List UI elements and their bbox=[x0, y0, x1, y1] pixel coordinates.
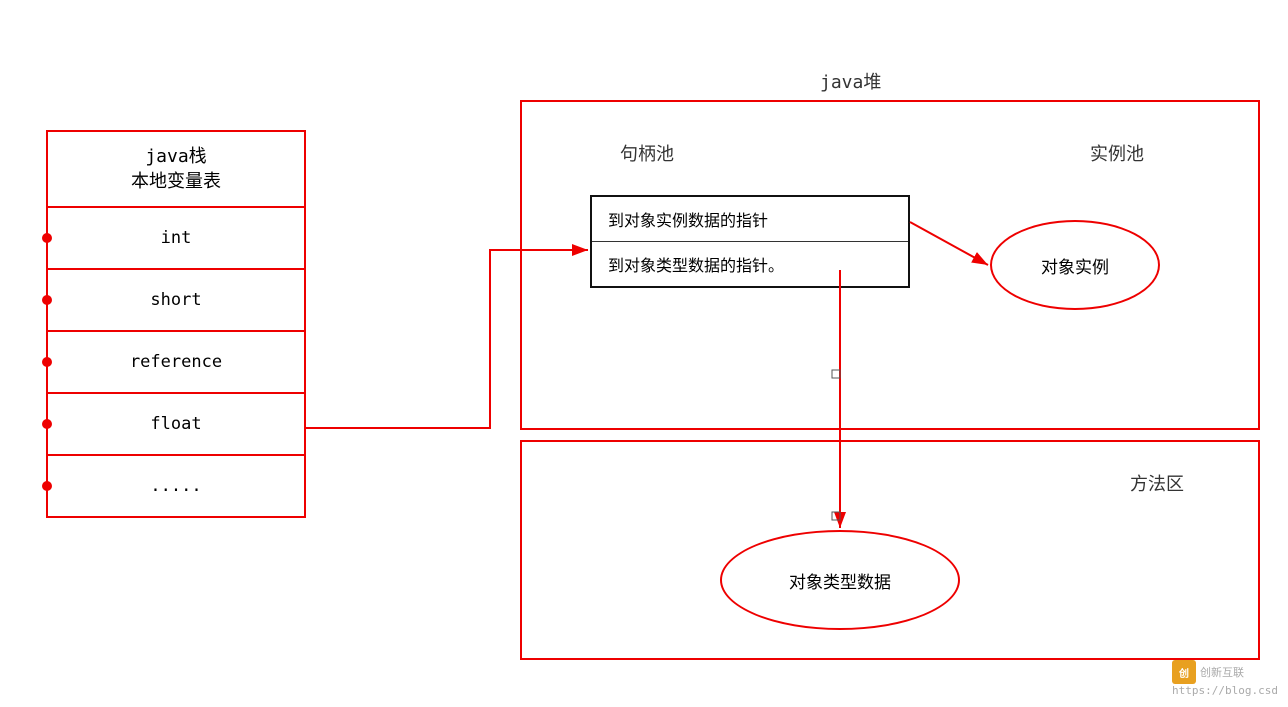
handle-row-instance: 到对象实例数据的指针 bbox=[592, 197, 908, 242]
java-stack: java栈 本地变量表 int short reference float ..… bbox=[46, 130, 306, 518]
watermark-icon: 创 bbox=[1172, 660, 1196, 684]
watermark: 创 创新互联 https://blog.csd bbox=[1172, 660, 1278, 697]
diagram-container: java堆 java栈 本地变量表 int short reference fl… bbox=[0, 0, 1288, 707]
stack-cell-short: short bbox=[48, 270, 304, 332]
arrow-reference-to-handle bbox=[306, 250, 588, 428]
java-heap-label: java堆 bbox=[820, 68, 881, 94]
stack-cell-reference: reference bbox=[48, 332, 304, 394]
instance-pool-label: 实例池 bbox=[1090, 140, 1144, 166]
arrow-instance-pointer bbox=[910, 222, 988, 265]
handle-pool-label: 句柄池 bbox=[620, 140, 674, 166]
stack-cell-dots: ..... bbox=[48, 456, 304, 516]
junction-square bbox=[832, 370, 840, 378]
method-area-label: 方法区 bbox=[1130, 470, 1184, 496]
stack-cell-int: int bbox=[48, 208, 304, 270]
obj-instance-ellipse: 对象实例 bbox=[990, 220, 1160, 310]
obj-type-ellipse: 对象类型数据 bbox=[720, 530, 960, 630]
handle-row-type: 到对象类型数据的指针。 bbox=[592, 242, 908, 286]
stack-header: java栈 本地变量表 bbox=[48, 132, 304, 208]
handle-box: 到对象实例数据的指针 到对象类型数据的指针。 bbox=[590, 195, 910, 288]
stack-cell-float: float bbox=[48, 394, 304, 456]
